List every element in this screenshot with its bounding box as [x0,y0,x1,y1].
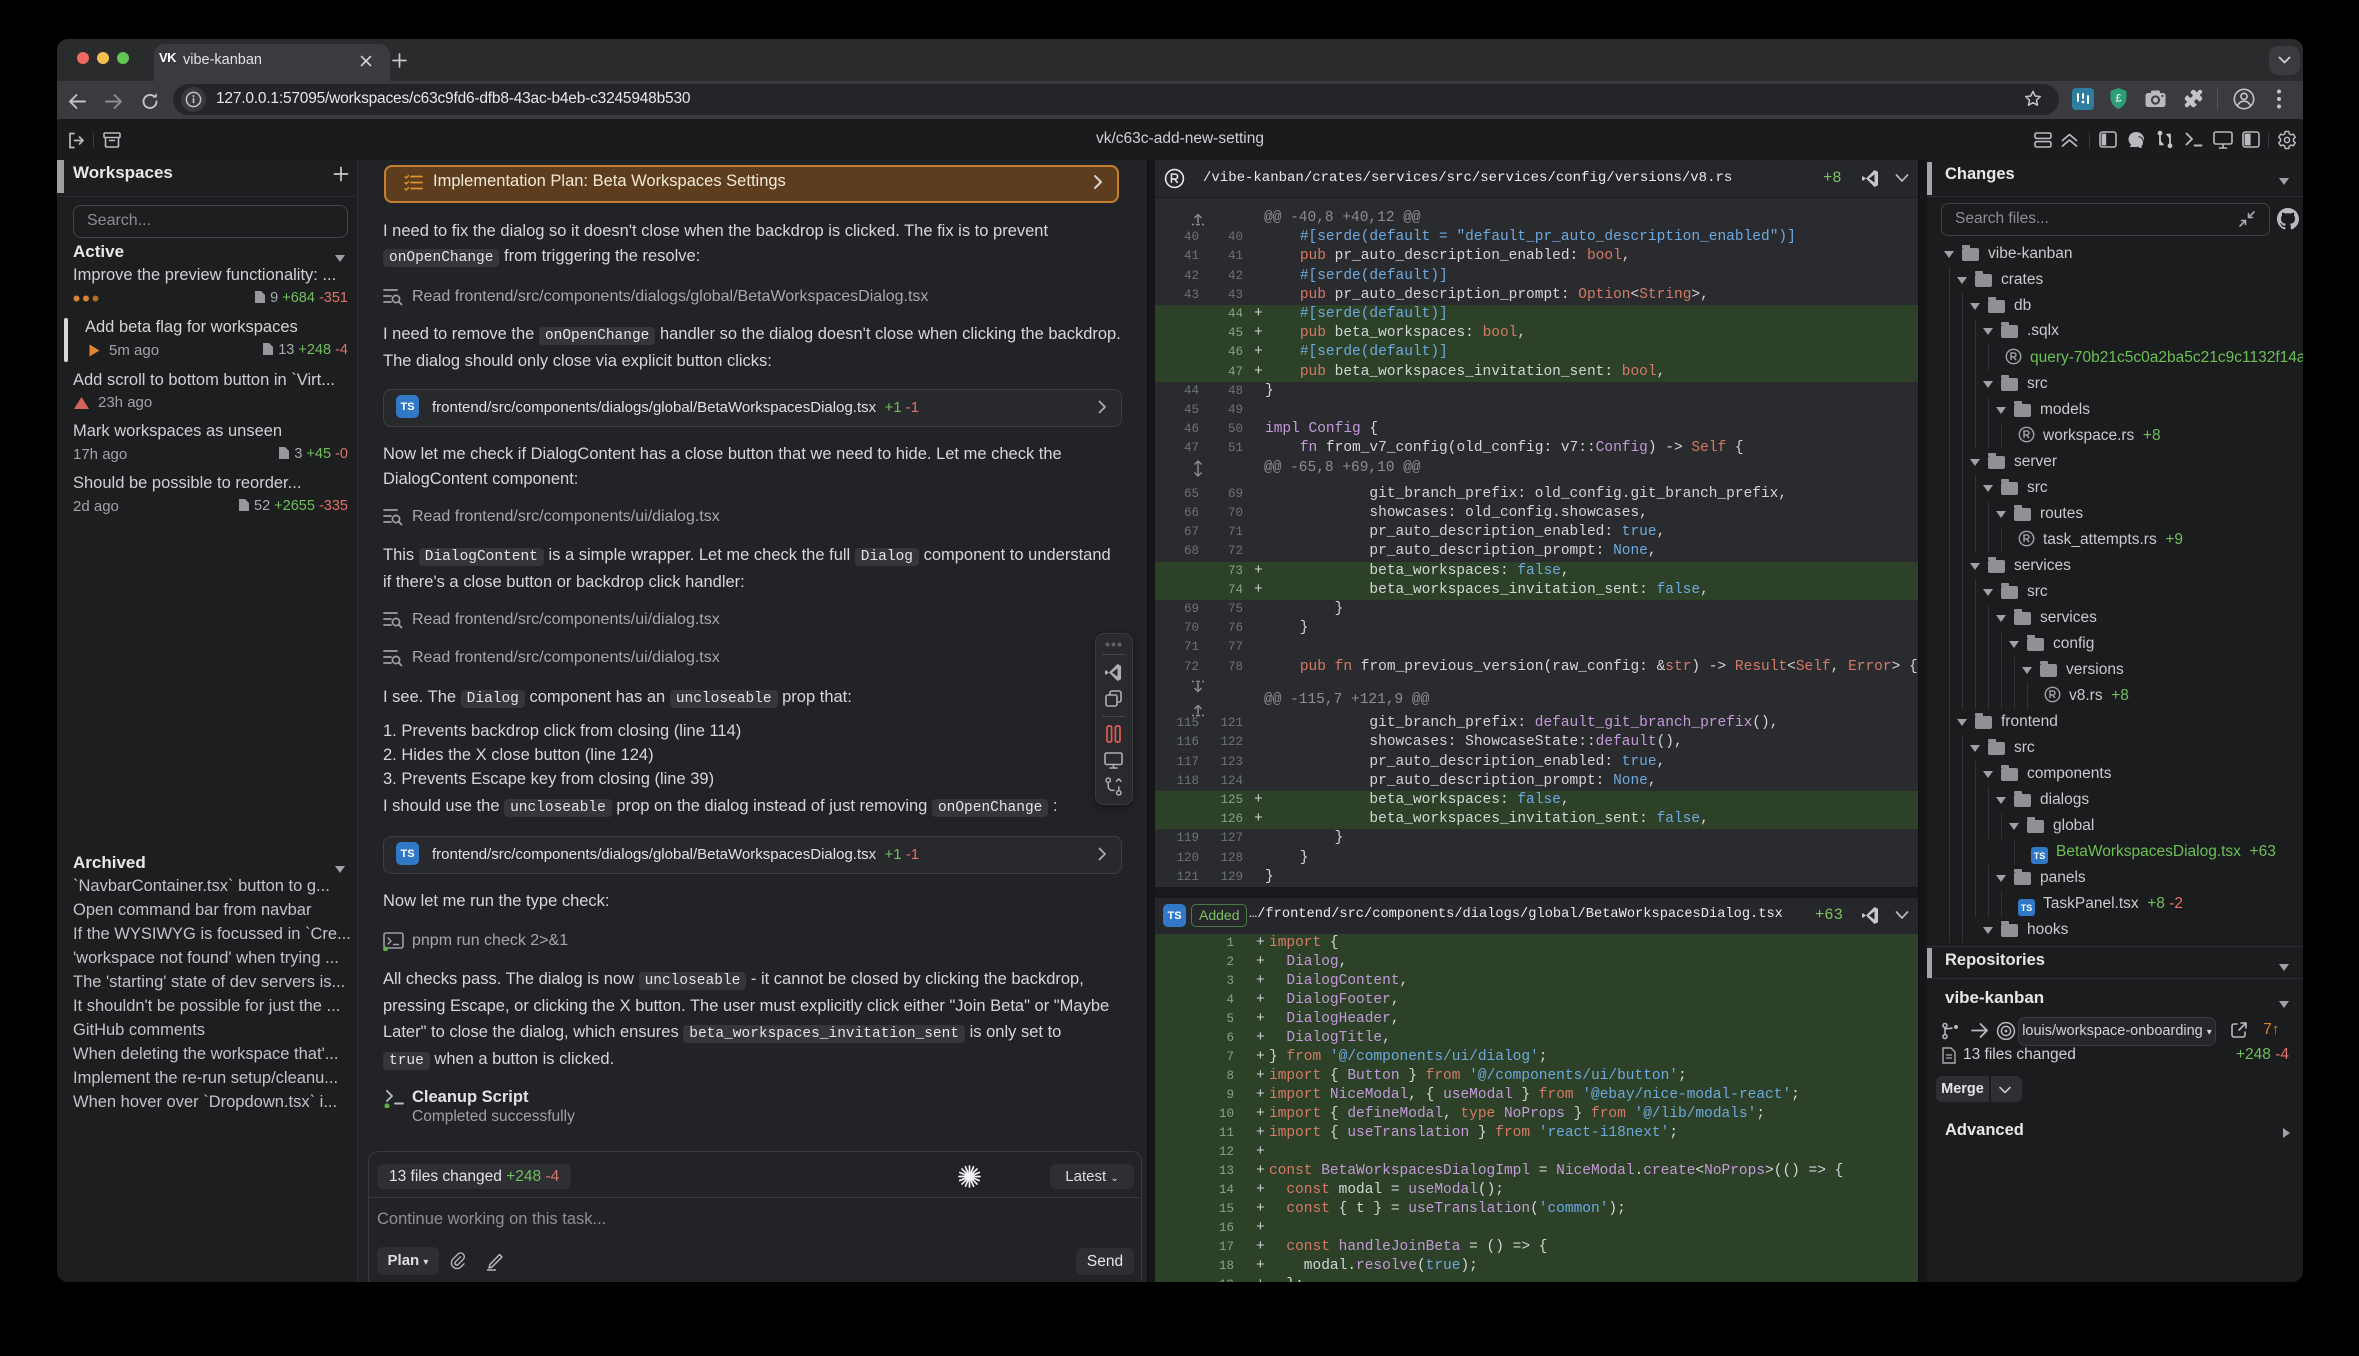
svg-text:£: £ [2115,93,2121,105]
